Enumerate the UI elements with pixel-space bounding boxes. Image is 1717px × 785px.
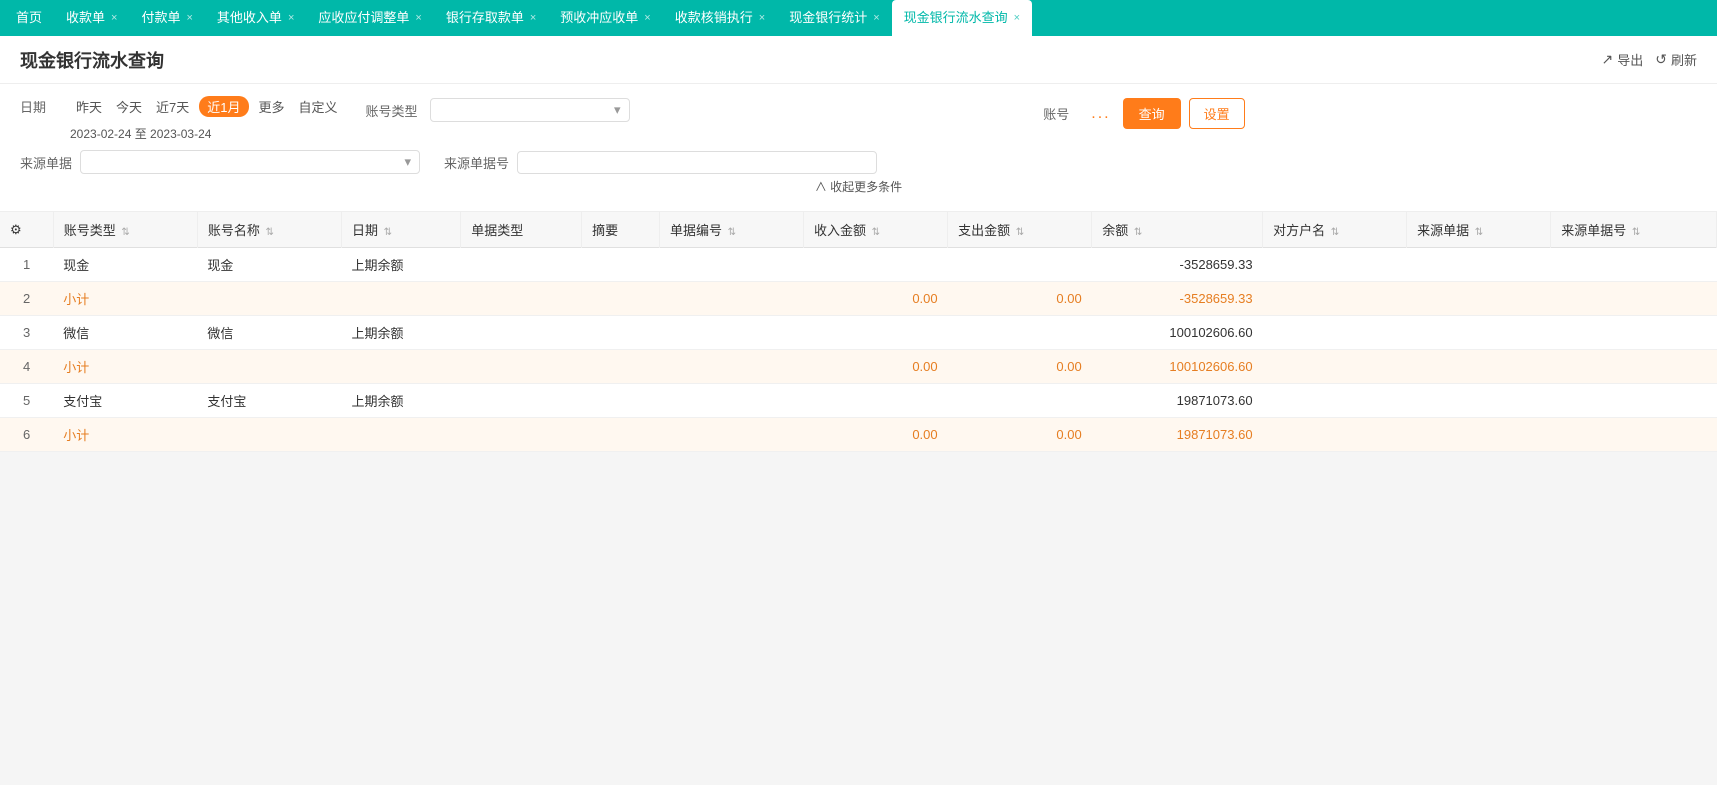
data-table: ⚙ 账号类型 ⇅ 账号名称 ⇅ 日期 ⇅ 单据类型 摘要 单据编号 ⇅ 收入金额… [0, 212, 1717, 452]
account-type-select[interactable]: ▾ [430, 98, 630, 122]
date-btn-more[interactable]: 更多 [255, 96, 289, 117]
close-icon[interactable]: × [759, 0, 765, 36]
close-icon[interactable]: × [288, 0, 294, 36]
date-btn-today[interactable]: 今天 [112, 96, 146, 117]
header-actions: ↗ 导出 ↺ 刷新 [1602, 50, 1698, 69]
page-header: 现金银行流水查询 ↗ 导出 ↺ 刷新 [0, 36, 1717, 84]
chevron-down-icon: ▾ [614, 102, 621, 118]
col-expense[interactable]: 支出金额 ⇅ [948, 212, 1092, 248]
table-row[interactable]: 1现金现金上期余额-3528659.33 [0, 248, 1717, 282]
source-doc-label: 来源单据 [20, 153, 72, 172]
source-doc-select[interactable]: ▾ [80, 150, 420, 174]
table-row[interactable]: 5支付宝支付宝上期余额19871073.60 [0, 384, 1717, 418]
nav-cash-flow-query[interactable]: 现金银行流水查询 × [892, 0, 1032, 36]
query-button[interactable]: 查询 [1123, 98, 1181, 129]
nav-home[interactable]: 首页 [4, 0, 54, 36]
table-row[interactable]: 3微信微信上期余额100102606.60 [0, 316, 1717, 350]
close-icon[interactable]: × [111, 0, 117, 36]
gear-icon[interactable]: ⚙ [10, 222, 22, 237]
account-type-label: 账号类型 [366, 101, 418, 120]
col-settings[interactable]: ⚙ [0, 212, 53, 248]
table-row[interactable]: 4小计0.000.00100102606.60 [0, 350, 1717, 384]
col-income[interactable]: 收入金额 ⇅ [804, 212, 948, 248]
col-date[interactable]: 日期 ⇅ [341, 212, 460, 248]
chevron-up-icon: ∧ [815, 180, 830, 194]
close-icon[interactable]: × [1014, 0, 1020, 36]
col-account-type[interactable]: 账号类型 ⇅ [53, 212, 197, 248]
source-doc-num-label: 来源单据号 [444, 153, 509, 172]
date-btn-custom[interactable]: 自定义 [295, 96, 342, 117]
settings-button[interactable]: 设置 [1189, 98, 1245, 129]
table-row[interactable]: 6小计0.000.0019871073.60 [0, 418, 1717, 452]
source-doc-num-input[interactable] [517, 151, 877, 174]
table-row[interactable]: 2小计0.000.00-3528659.33 [0, 282, 1717, 316]
col-counterparty[interactable]: 对方户名 ⇅ [1263, 212, 1407, 248]
nav-cash-stats[interactable]: 现金银行统计 × [777, 0, 891, 36]
date-filter-buttons: 昨天 今天 近7天 近1月 更多 自定义 [72, 96, 342, 117]
nav-payment[interactable]: 付款单 × [129, 0, 204, 36]
col-source-doc-no[interactable]: 来源单据号 ⇅ [1551, 212, 1717, 248]
export-icon: ↗ [1602, 51, 1614, 68]
date-btn-1month[interactable]: 近1月 [199, 96, 248, 117]
page-title: 现金银行流水查询 [20, 47, 164, 73]
nav-prepay[interactable]: 预收冲应收单 × [548, 0, 662, 36]
filter-area: 日期 昨天 今天 近7天 近1月 更多 自定义 2023-02-24 至 202… [0, 84, 1717, 212]
close-icon[interactable]: × [873, 0, 879, 36]
date-label: 日期 [20, 97, 56, 116]
nav-bank-deposit[interactable]: 银行存取款单 × [434, 0, 548, 36]
col-summary[interactable]: 摘要 [582, 212, 660, 248]
account-label: 账号 [1043, 104, 1079, 123]
nav-ar-ap-adjust[interactable]: 应收应付调整单 × [306, 0, 433, 36]
export-button[interactable]: ↗ 导出 [1602, 50, 1644, 69]
date-btn-7days[interactable]: 近7天 [152, 96, 193, 117]
date-range-display: 2023-02-24 至 2023-03-24 [70, 127, 211, 141]
nav-verify[interactable]: 收款核销执行 × [663, 0, 777, 36]
close-icon[interactable]: × [530, 0, 536, 36]
table-area: ⚙ 账号类型 ⇅ 账号名称 ⇅ 日期 ⇅ 单据类型 摘要 单据编号 ⇅ 收入金额… [0, 212, 1717, 452]
col-account-name[interactable]: 账号名称 ⇅ [197, 212, 341, 248]
col-source-doc[interactable]: 来源单据 ⇅ [1407, 212, 1551, 248]
col-doc-type[interactable]: 单据类型 [461, 212, 582, 248]
nav-other-income[interactable]: 其他收入单 × [205, 0, 306, 36]
close-icon[interactable]: × [186, 0, 192, 36]
col-doc-no[interactable]: 单据编号 ⇅ [659, 212, 803, 248]
account-dots-button[interactable]: ... [1091, 105, 1110, 123]
refresh-icon: ↺ [1655, 51, 1667, 68]
close-icon[interactable]: × [644, 0, 650, 36]
refresh-button[interactable]: ↺ 刷新 [1655, 50, 1697, 69]
col-balance[interactable]: 余额 ⇅ [1092, 212, 1263, 248]
top-navigation: 首页 收款单 × 付款单 × 其他收入单 × 应收应付调整单 × 银行存取款单 … [0, 0, 1717, 36]
close-icon[interactable]: × [415, 0, 421, 36]
nav-receipt[interactable]: 收款单 × [54, 0, 129, 36]
date-btn-yesterday[interactable]: 昨天 [72, 96, 106, 117]
date-filter-row: 日期 昨天 今天 近7天 近1月 更多 自定义 [20, 96, 342, 117]
chevron-down-icon-2: ▾ [404, 154, 411, 170]
collapse-bar[interactable]: ∧ 收起更多条件 [20, 174, 1697, 199]
